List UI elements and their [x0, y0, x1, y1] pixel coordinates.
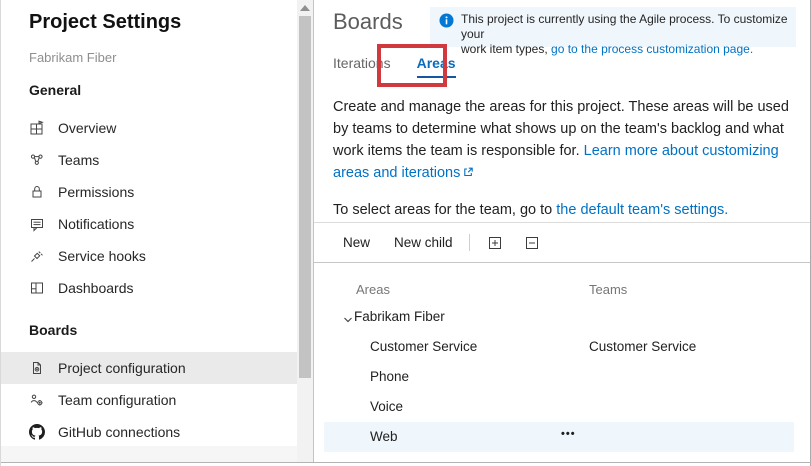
project-settings-window: Project Settings Fabrikam Fiber General … — [0, 0, 811, 466]
github-icon — [29, 424, 45, 440]
window-bottom-border — [1, 462, 811, 463]
tree-row-voice[interactable]: Voice — [314, 392, 811, 422]
process-customization-link[interactable]: go to the process customization page. — [551, 42, 753, 56]
sidebar-scrollbar[interactable] — [297, 0, 313, 462]
sidebar-item-team-configuration[interactable]: Team configuration — [1, 384, 297, 416]
lock-icon — [29, 184, 45, 200]
sidebar-item-label: Team configuration — [58, 392, 177, 408]
ellipsis-icon[interactable]: ••• — [561, 428, 576, 440]
teams-icon — [29, 152, 45, 168]
chevron-down-icon[interactable] — [343, 312, 353, 330]
process-info-banner: This project is currently using the Agil… — [430, 7, 796, 56]
expand-all-button[interactable] — [487, 235, 503, 251]
area-name: Voice — [370, 399, 404, 414]
sidebar-item-project-configuration[interactable]: Project configuration — [1, 352, 297, 384]
team-name: Customer Service — [589, 339, 697, 354]
sidebar-item-dashboards[interactable]: Dashboards — [1, 272, 297, 304]
main-content: Boards This project is currently using t… — [313, 0, 811, 462]
collapse-all-icon — [525, 236, 538, 249]
sidebar-item-label: Overview — [58, 120, 117, 136]
toolbar-separator — [468, 234, 470, 251]
collapse-all-button[interactable] — [524, 235, 540, 251]
external-link-icon — [462, 163, 474, 185]
sidebar-item-teams[interactable]: Teams — [1, 144, 297, 176]
scroll-up-arrow-icon[interactable] — [300, 5, 310, 11]
sidebar-item-overview[interactable]: Overview — [1, 112, 297, 144]
sidebar-item-service-hooks[interactable]: Service hooks — [1, 240, 297, 272]
area-name: Web — [370, 429, 398, 444]
expand-all-icon — [488, 236, 501, 249]
section-heading-general: General — [29, 82, 82, 98]
sidebar-item-label: Permissions — [58, 184, 135, 200]
tree-row-web[interactable]: Web ••• — [324, 422, 794, 452]
info-icon — [439, 13, 454, 42]
plug-icon — [29, 248, 45, 264]
new-child-button[interactable]: New child — [394, 235, 453, 250]
annotation-highlight-box — [377, 44, 447, 87]
column-header-teams: Teams — [589, 282, 628, 297]
default-team-settings-link[interactable]: the default team's settings. — [556, 202, 728, 218]
area-name: Customer Service — [370, 339, 478, 354]
tree-row-phone[interactable]: Phone — [314, 362, 811, 392]
areas-toolbar: New New child — [314, 222, 811, 263]
banner-text: This project is currently using the Agil… — [461, 12, 788, 56]
people-gear-icon — [29, 392, 45, 408]
sidebar-item-label: Dashboards — [58, 280, 134, 296]
sidebar-item-label: Teams — [58, 152, 100, 168]
banner-line1: This project is currently using the Agil… — [461, 12, 788, 41]
project-name: Fabrikam Fiber — [29, 50, 117, 65]
overview-icon — [29, 120, 45, 136]
document-gear-icon — [29, 360, 45, 376]
comment-icon — [29, 216, 45, 232]
banner-line2-prefix: work item types, — [461, 42, 552, 56]
team-settings-note: To select areas for the team, go to the … — [333, 199, 797, 221]
sidebar-item-label: Project configuration — [58, 360, 186, 376]
sidebar-bottom-strip — [1, 446, 297, 462]
section-heading-boards: Boards — [29, 322, 78, 338]
note-text: To select areas for the team, go to — [333, 202, 557, 218]
tree-row-fabrikam-fiber[interactable]: Fabrikam Fiber — [314, 302, 811, 332]
sidebar-item-label: Notifications — [58, 216, 135, 232]
sidebar-item-github-connections[interactable]: GitHub connections — [1, 416, 297, 448]
grid-header: Areas Teams — [314, 282, 811, 302]
sidebar-item-label: Service hooks — [58, 248, 146, 264]
dashboard-grid-icon — [29, 280, 45, 296]
sidebar-item-notifications[interactable]: Notifications — [1, 208, 297, 240]
main-title: Boards — [333, 9, 403, 34]
column-header-areas: Areas — [356, 282, 390, 297]
new-button[interactable]: New — [343, 235, 370, 250]
scrollbar-thumb[interactable] — [299, 16, 311, 378]
tree-row-customer-service[interactable]: Customer Service Customer Service — [314, 332, 811, 362]
sidebar-item-label: GitHub connections — [58, 424, 181, 440]
sidebar-item-permissions[interactable]: Permissions — [1, 176, 297, 208]
area-name: Phone — [370, 369, 410, 384]
page-title: Project Settings — [29, 11, 182, 33]
areas-description: Create and manage the areas for this pro… — [333, 96, 797, 185]
areas-tree: Fabrikam Fiber Customer Service Customer… — [314, 302, 811, 452]
area-name: Fabrikam Fiber — [354, 309, 445, 324]
settings-sidebar: Project Settings Fabrikam Fiber General … — [1, 0, 297, 462]
